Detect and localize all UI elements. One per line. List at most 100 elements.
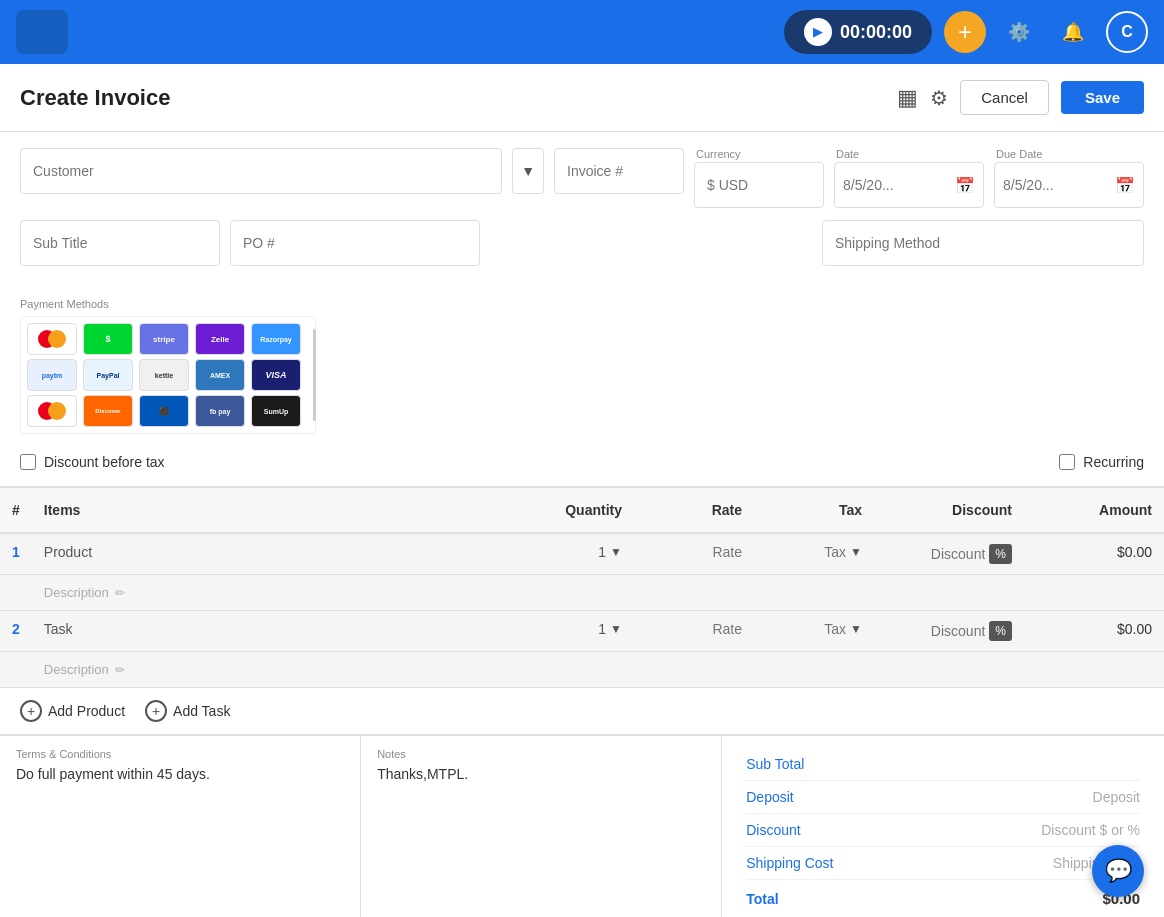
- col-items: Items: [32, 487, 504, 533]
- customer-input[interactable]: [20, 148, 502, 194]
- col-discount: Discount: [874, 487, 1024, 533]
- col-tax: Tax: [754, 487, 874, 533]
- amount-cell-1: $0.00: [1024, 611, 1164, 652]
- discount-label: Discount: [746, 822, 800, 838]
- shipping-input[interactable]: [822, 220, 1144, 266]
- tax-dropdown-0[interactable]: ▼: [850, 545, 862, 559]
- item-name-cell-0: Product: [32, 533, 504, 575]
- save-button[interactable]: Save: [1061, 81, 1144, 114]
- add-product-button[interactable]: + Add Product: [20, 700, 125, 722]
- subtitle-input[interactable]: [20, 220, 220, 266]
- row-num-1: 2: [0, 611, 32, 652]
- add-task-button[interactable]: + Add Task: [145, 700, 230, 722]
- discount-wrap-0: %: [915, 544, 1012, 564]
- rate-input-1[interactable]: [662, 621, 742, 637]
- card-paytm[interactable]: paytm: [27, 359, 77, 391]
- percent-button-1[interactable]: %: [989, 621, 1012, 641]
- card-amex[interactable]: AMEX: [195, 359, 245, 391]
- total-label: Total: [746, 891, 778, 907]
- tax-wrap-1: ▼: [766, 621, 862, 637]
- discount-input-1[interactable]: [915, 623, 985, 639]
- percent-button-0[interactable]: %: [989, 544, 1012, 564]
- nav-left: [16, 10, 68, 54]
- notes-text: Thanks,MTPL.: [377, 766, 705, 782]
- currency-input[interactable]: [694, 162, 824, 208]
- avatar-button[interactable]: C: [1106, 11, 1148, 53]
- discount-cell-1: %: [874, 611, 1024, 652]
- desc-text-1[interactable]: Description: [44, 662, 109, 677]
- card-facebook-pay[interactable]: fb pay: [195, 395, 245, 427]
- item-name-0[interactable]: Product: [44, 544, 92, 560]
- add-button[interactable]: +: [944, 11, 986, 53]
- rate-input-0[interactable]: [662, 544, 742, 560]
- settings-icon[interactable]: ⚙: [930, 86, 948, 110]
- recurring-label[interactable]: Recurring: [1059, 454, 1144, 470]
- card-kettle[interactable]: kettle: [139, 359, 189, 391]
- rate-cell-0: [634, 533, 754, 575]
- tax-input-0[interactable]: [766, 544, 846, 560]
- card-razorpay[interactable]: Razorpay: [251, 323, 301, 355]
- top-nav: ▶ 00:00:00 + ⚙️ 🔔 C: [0, 0, 1164, 64]
- due-calendar-icon[interactable]: 📅: [1115, 176, 1135, 195]
- totals-section: Sub Total Deposit Deposit Discount Disco…: [722, 736, 1164, 917]
- edit-icon-1[interactable]: ✏: [115, 663, 125, 677]
- page-header: Create Invoice ▦ ⚙ Cancel Save: [0, 64, 1164, 132]
- card-discover[interactable]: Discover: [83, 395, 133, 427]
- bottom-section: Terms & Conditions Do full payment withi…: [0, 735, 1164, 917]
- qty-dropdown-0[interactable]: ▼: [610, 545, 622, 559]
- due-date-input-wrap: 📅: [994, 162, 1144, 208]
- qty-cell-0: ▼: [504, 533, 634, 575]
- edit-icon-0[interactable]: ✏: [115, 586, 125, 600]
- table-row: 1 Product ▼ ▼: [0, 533, 1164, 575]
- tax-cell-1: ▼: [754, 611, 874, 652]
- qty-wrap-1: ▼: [576, 621, 622, 637]
- nav-right: ▶ 00:00:00 + ⚙️ 🔔 C: [784, 10, 1148, 54]
- card-mastercard[interactable]: [27, 323, 77, 355]
- recurring-checkbox[interactable]: [1059, 454, 1075, 470]
- po-field: [230, 220, 480, 266]
- card-visa[interactable]: VISA: [251, 359, 301, 391]
- desc-text-0[interactable]: Description: [44, 585, 109, 600]
- qty-dropdown-1[interactable]: ▼: [610, 622, 622, 636]
- tax-dropdown-1[interactable]: ▼: [850, 622, 862, 636]
- tax-cell-0: ▼: [754, 533, 874, 575]
- recurring-text: Recurring: [1083, 454, 1144, 470]
- settings-button[interactable]: ⚙️: [998, 11, 1040, 53]
- invoice-input[interactable]: [554, 148, 684, 194]
- due-date-input[interactable]: [1003, 177, 1115, 193]
- cancel-button[interactable]: Cancel: [960, 80, 1049, 115]
- form-section: ▼ Currency Date 📅 Due Date 📅: [0, 132, 1164, 294]
- item-name-1[interactable]: Task: [44, 621, 73, 637]
- shipping-cost-label: Shipping Cost: [746, 855, 833, 871]
- notifications-button[interactable]: 🔔: [1052, 11, 1094, 53]
- tax-input-1[interactable]: [766, 621, 846, 637]
- discount-before-tax-text: Discount before tax: [44, 454, 165, 470]
- chat-bubble[interactable]: 💬: [1092, 845, 1144, 897]
- address-dropdown[interactable]: ▼: [512, 148, 544, 194]
- qty-input-0[interactable]: [576, 544, 606, 560]
- card-cashapp[interactable]: $: [83, 323, 133, 355]
- discount-before-tax-label[interactable]: Discount before tax: [20, 454, 165, 470]
- card-sumup[interactable]: SumUp: [251, 395, 301, 427]
- calendar-icon[interactable]: 📅: [955, 176, 975, 195]
- qty-input-1[interactable]: [576, 621, 606, 637]
- notes-label: Notes: [377, 748, 705, 760]
- form-row-2: [20, 220, 1144, 266]
- card-mastercard-2[interactable]: [27, 395, 77, 427]
- options-row: Discount before tax Recurring: [0, 446, 1164, 486]
- card-zelle[interactable]: Zelle: [195, 323, 245, 355]
- date-input[interactable]: [843, 177, 955, 193]
- date-label: Date: [834, 148, 984, 160]
- discount-input-0[interactable]: [915, 546, 985, 562]
- discount-before-tax-checkbox[interactable]: [20, 454, 36, 470]
- table-desc-row: Description ✏: [0, 652, 1164, 688]
- card-stripe[interactable]: stripe: [139, 323, 189, 355]
- card-paypal[interactable]: PayPal: [83, 359, 133, 391]
- timer-button[interactable]: ▶ 00:00:00: [784, 10, 932, 54]
- po-input[interactable]: [230, 220, 480, 266]
- desc-cell-1: Description ✏: [32, 652, 1164, 688]
- card-blue[interactable]: ⬛: [139, 395, 189, 427]
- desc-empty-0: [0, 575, 32, 611]
- amount-cell-0: $0.00: [1024, 533, 1164, 575]
- deposit-label: Deposit: [746, 789, 793, 805]
